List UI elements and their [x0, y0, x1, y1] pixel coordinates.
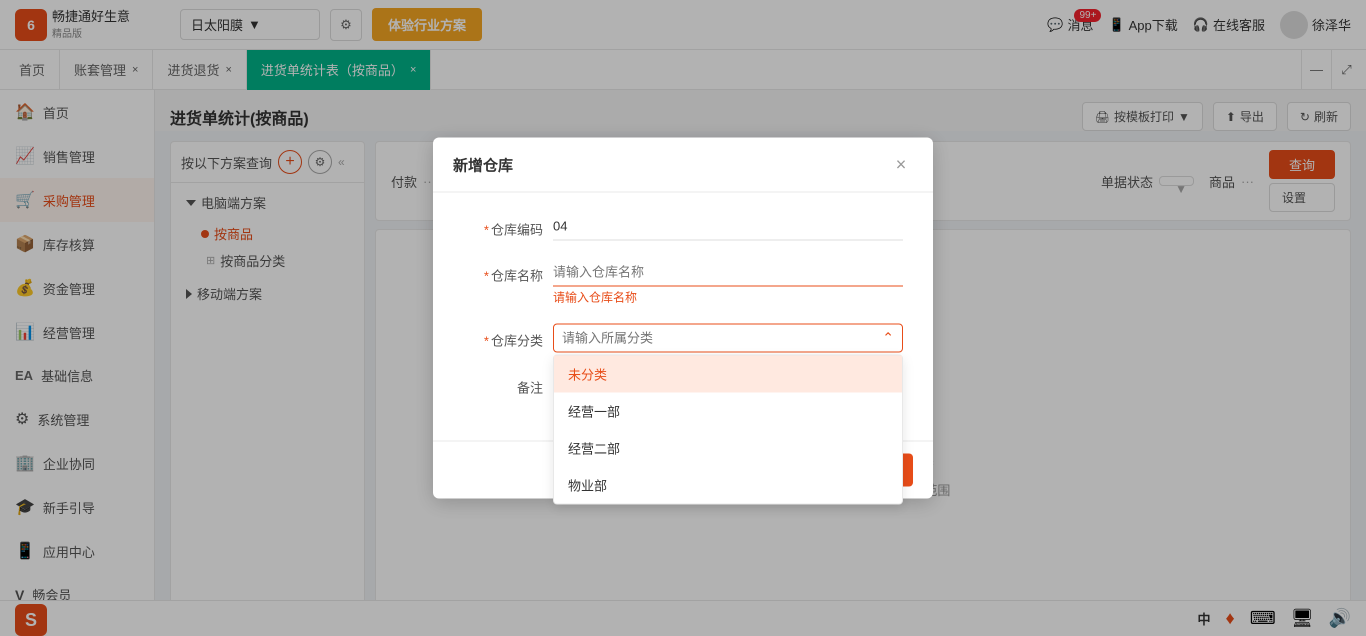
category-field-row: 仓库分类 ⌃ 未分类 经营一部 经营二部	[463, 324, 903, 353]
name-input[interactable]	[553, 259, 903, 287]
dropdown-item-dept2[interactable]: 经营二部	[554, 430, 902, 467]
modal-close-button[interactable]: ×	[889, 153, 913, 177]
name-field-row: 仓库名称 请输入仓库名称	[463, 259, 903, 306]
code-field-row: 仓库编码	[463, 213, 903, 241]
modal-body: 仓库编码 仓库名称 请输入仓库名称 仓库分类 ⌃	[433, 193, 933, 441]
category-input[interactable]	[562, 331, 882, 346]
category-arrow-icon[interactable]: ⌃	[882, 330, 894, 347]
name-input-wrap: 请输入仓库名称	[553, 259, 903, 306]
dropdown-item-dept1[interactable]: 经营一部	[554, 393, 902, 430]
code-label: 仓库编码	[463, 213, 553, 239]
category-dropdown: 未分类 经营一部 经营二部 物业部	[553, 355, 903, 505]
modal-header: 新增仓库 ×	[433, 138, 933, 193]
category-input-row[interactable]: ⌃	[553, 324, 903, 353]
name-error-message: 请输入仓库名称	[553, 289, 903, 306]
new-warehouse-modal: 新增仓库 × 仓库编码 仓库名称 请输入仓库名称 仓库分类 ⌃	[433, 138, 933, 499]
category-wrap: ⌃ 未分类 经营一部 经营二部 物业部	[553, 324, 903, 353]
dropdown-item-uncategorized[interactable]: 未分类	[554, 356, 902, 393]
dropdown-item-property[interactable]: 物业部	[554, 467, 902, 504]
remark-label: 备注	[463, 371, 553, 397]
category-label: 仓库分类	[463, 324, 553, 350]
modal-title: 新增仓库	[453, 154, 513, 175]
name-label: 仓库名称	[463, 259, 553, 285]
code-input[interactable]	[553, 213, 903, 241]
